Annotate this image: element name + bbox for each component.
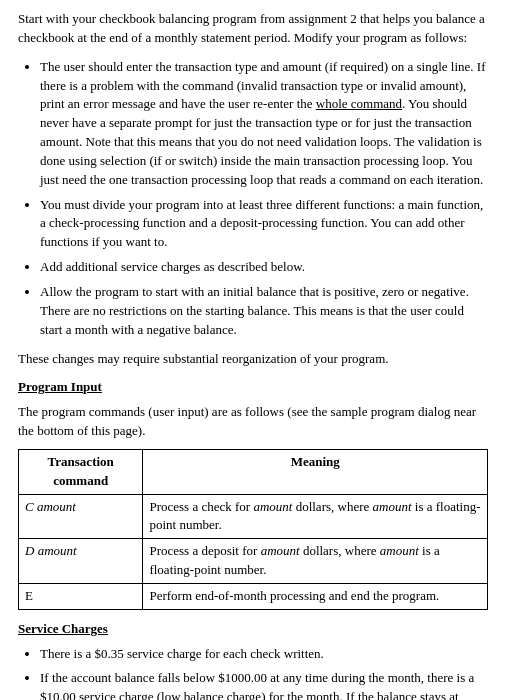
intro-paragraph: Start with your checkbook balancing prog… — [18, 10, 488, 48]
changes-paragraph: These changes may require substantial re… — [18, 350, 488, 369]
program-input-title: Program Input — [18, 378, 488, 397]
table-cell-meaning-c: Process a check for amount dollars, wher… — [143, 494, 488, 539]
table-cell-meaning-e: Perform end-of-month processing and end … — [143, 583, 488, 609]
table-cell-command-c: C amount — [19, 494, 143, 539]
program-input-paragraph: The program commands (user input) are as… — [18, 403, 488, 441]
service-charges-list: There is a $0.35 service charge for each… — [40, 645, 488, 700]
bullet-1-underline: whole command — [316, 96, 402, 111]
table-row: D amount Process a deposit for amount do… — [19, 539, 488, 584]
service-charge-item-1: There is a $0.35 service charge for each… — [40, 645, 488, 664]
table-header-command: Transaction command — [19, 449, 143, 494]
table-row: E Perform end-of-month processing and en… — [19, 583, 488, 609]
service-charge-item-2: If the account balance falls below $1000… — [40, 669, 488, 700]
bullet-item-3: Add additional service charges as descri… — [40, 258, 488, 277]
bullet-item-1: The user should enter the transaction ty… — [40, 58, 488, 190]
table-header-row: Transaction command Meaning — [19, 449, 488, 494]
table-cell-command-d: D amount — [19, 539, 143, 584]
service-charges-title: Service Charges — [18, 620, 488, 639]
transaction-table: Transaction command Meaning C amount Pro… — [18, 449, 488, 610]
bullet-item-4: Allow the program to start with an initi… — [40, 283, 488, 340]
table-row: C amount Process a check for amount doll… — [19, 494, 488, 539]
table-header-meaning: Meaning — [143, 449, 488, 494]
table-cell-meaning-d: Process a deposit for amount dollars, wh… — [143, 539, 488, 584]
bullet-item-2: You must divide your program into at lea… — [40, 196, 488, 253]
main-bullet-list: The user should enter the transaction ty… — [40, 58, 488, 340]
table-cell-command-e: E — [19, 583, 143, 609]
